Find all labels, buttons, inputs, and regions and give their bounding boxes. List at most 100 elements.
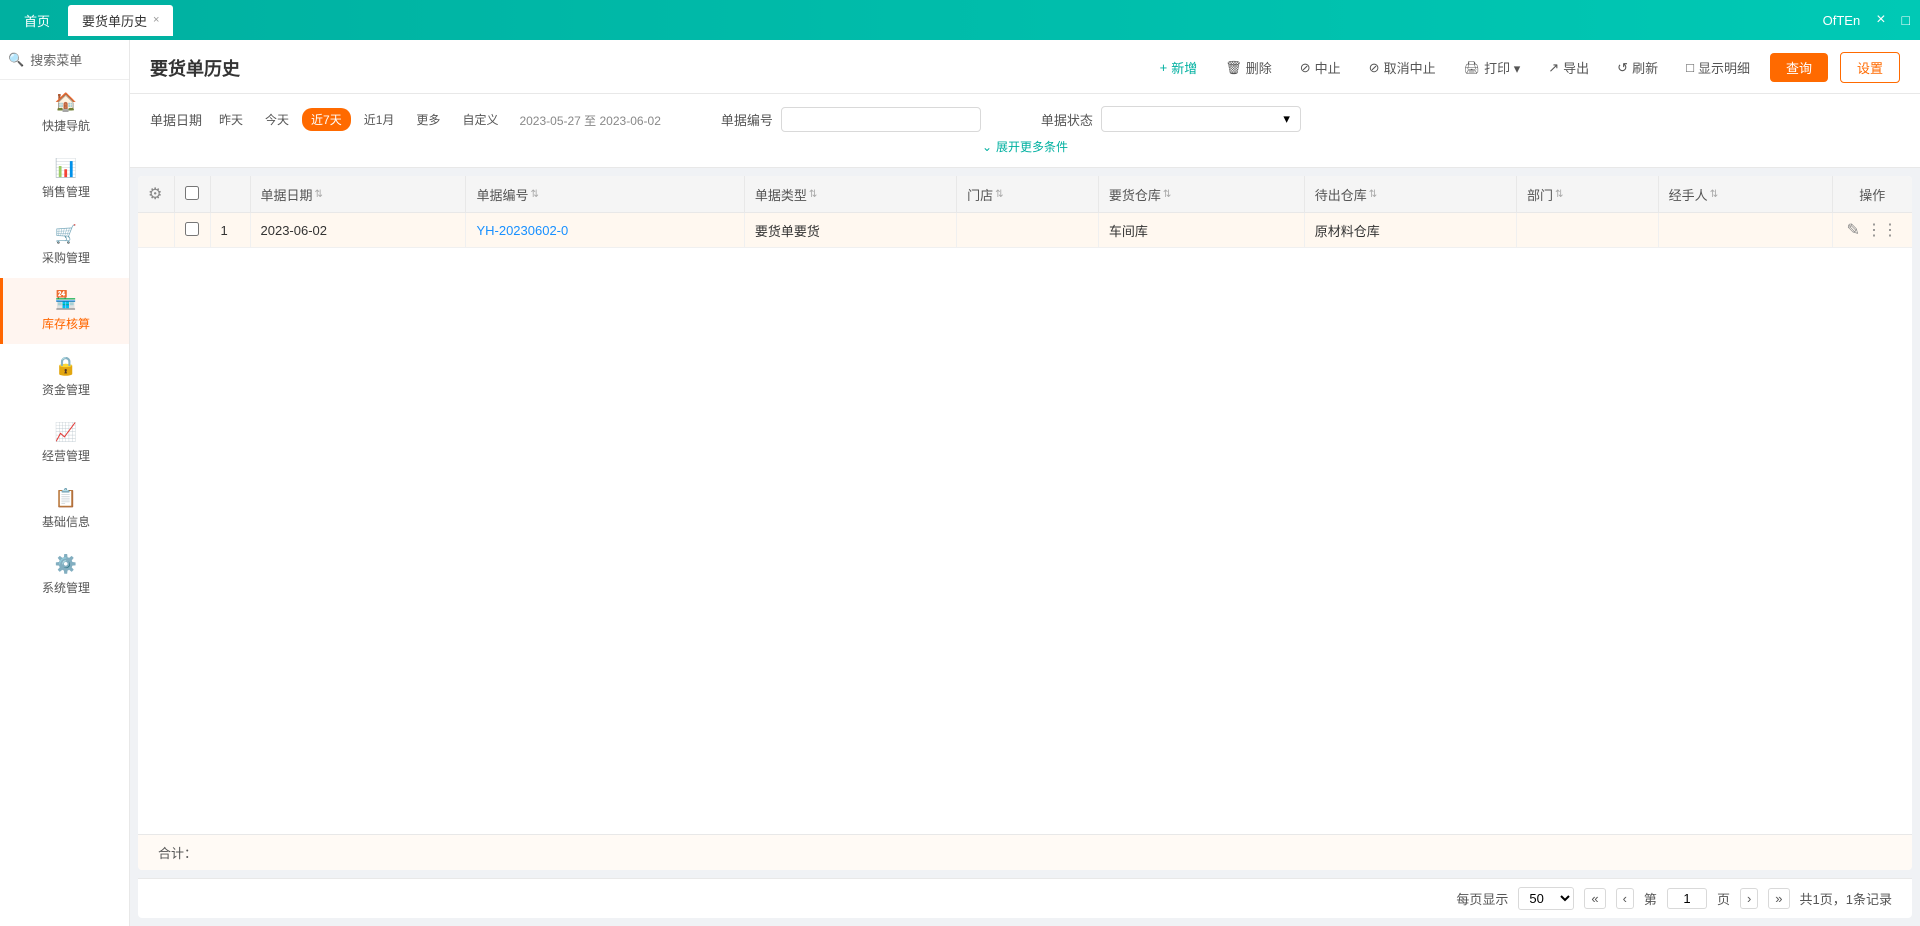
col-date-sort[interactable]: 单据日期 ⇅ <box>261 185 456 204</box>
sidebar-item-finance[interactable]: 🔒 资金管理 <box>0 344 129 410</box>
sort-icon-pendingwh: ⇅ <box>1369 189 1377 200</box>
last-page-btn[interactable]: » <box>1768 888 1789 909</box>
expand-more-btn[interactable]: ⌄ 展开更多条件 <box>150 138 1900 155</box>
date-btn-7days[interactable]: 近7天 <box>302 108 351 131</box>
cell-doctype: 要货单要货 <box>744 213 956 248</box>
tab-home-label: 首页 <box>24 11 50 30</box>
operations-icon: 📈 <box>55 422 77 443</box>
stop-button[interactable]: ⊘ 中止 <box>1292 54 1349 81</box>
date-btn-yesterday[interactable]: 昨天 <box>210 108 252 131</box>
date-range-display: 2023-05-27 至 2023-06-02 <box>519 112 660 129</box>
docno-link[interactable]: YH-20230602-0 <box>476 223 568 238</box>
table-scroll[interactable]: ⚙ 单据日期 ⇅ <box>138 176 1912 834</box>
query-button[interactable]: 查询 <box>1770 53 1828 82</box>
cell-settings <box>138 213 174 248</box>
delete-label: 删除 <box>1246 58 1272 77</box>
page-input[interactable] <box>1667 888 1707 909</box>
new-button[interactable]: + 新增 <box>1152 54 1206 81</box>
sort-icon-dept: ⇅ <box>1555 189 1563 200</box>
more-action-icon[interactable]: ⋮⋮ <box>1866 220 1898 240</box>
page-title: 要货单历史 <box>150 55 240 81</box>
col-store-sort[interactable]: 门店 ⇅ <box>967 185 1088 204</box>
sidebar-item-sales-label: 销售管理 <box>42 183 90 200</box>
row-checkbox[interactable] <box>185 222 199 236</box>
refresh-label: 刷新 <box>1632 58 1658 77</box>
print-icon: 🖨 <box>1464 60 1481 76</box>
sidebar-item-quick-nav[interactable]: 🏠 快捷导航 <box>0 80 129 146</box>
basic-info-icon: 📋 <box>55 488 77 509</box>
export-label: 导出 <box>1563 58 1589 77</box>
date-btn-more[interactable]: 更多 <box>407 108 449 131</box>
col-doctype-header: 单据类型 ⇅ <box>744 176 956 213</box>
col-reqwh-sort[interactable]: 要货仓库 ⇅ <box>1109 185 1294 204</box>
per-page-label: 每页显示 <box>1456 889 1508 908</box>
content-area: 要货单历史 + 新增 🗑 删除 ⊘ 中止 ⊘ 取消中止 <box>130 40 1920 926</box>
docno-input[interactable] <box>781 107 981 132</box>
date-btn-1month[interactable]: 近1月 <box>355 108 404 131</box>
date-buttons: 昨天 今天 近7天 近1月 更多 自定义 <box>210 108 507 131</box>
sidebar-item-inventory[interactable]: 🏪 库存核算 <box>0 278 129 344</box>
sort-icon-reqwh: ⇅ <box>1163 189 1171 200</box>
page-unit: 页 <box>1717 889 1730 908</box>
search-icon: 🔍 <box>8 52 24 68</box>
new-label: 新增 <box>1171 58 1197 77</box>
column-settings-icon[interactable]: ⚙ <box>148 186 162 203</box>
cancel-stop-button[interactable]: ⊘ 取消中止 <box>1361 54 1444 81</box>
date-filter-group: 单据日期 昨天 今天 近7天 近1月 更多 自定义 2023-05-27 至 2… <box>150 108 661 131</box>
tab-home[interactable]: 首页 <box>10 5 64 36</box>
settings-button[interactable]: 设置 <box>1840 52 1900 83</box>
filter-area: 单据日期 昨天 今天 近7天 近1月 更多 自定义 2023-05-27 至 2… <box>130 94 1920 168</box>
window-close-btn[interactable]: × <box>1876 11 1885 29</box>
quick-nav-icon: 🏠 <box>55 92 77 113</box>
new-icon: + <box>1160 60 1168 75</box>
date-btn-custom[interactable]: 自定义 <box>453 108 507 131</box>
col-dept-sort[interactable]: 部门 ⇅ <box>1527 185 1648 204</box>
sidebar-item-inventory-label: 库存核算 <box>42 315 90 332</box>
first-page-btn[interactable]: « <box>1584 888 1605 909</box>
tab-requisition-history[interactable]: 要货单历史 × <box>68 5 173 36</box>
toolbar: + 新增 🗑 删除 ⊘ 中止 ⊘ 取消中止 🖨 打印 ▾ <box>1152 52 1900 83</box>
col-docno-sort[interactable]: 单据编号 ⇅ <box>476 185 733 204</box>
cell-dept <box>1516 213 1658 248</box>
col-settings-header: ⚙ <box>138 176 174 213</box>
sidebar-item-sales[interactable]: 📊 销售管理 <box>0 146 129 212</box>
status-select[interactable]: ▾ <box>1101 106 1301 132</box>
sidebar-item-operations[interactable]: 📈 经营管理 <box>0 410 129 476</box>
expand-more-label: 展开更多条件 <box>996 138 1068 155</box>
print-label: 打印 ▾ <box>1484 58 1520 77</box>
select-all-checkbox[interactable] <box>185 186 199 200</box>
show-detail-button[interactable]: □ 显示明细 <box>1678 54 1758 81</box>
status-select-arrow: ▾ <box>1283 111 1290 127</box>
sidebar-search[interactable]: 🔍 搜索菜单 <box>0 40 129 80</box>
next-page-btn[interactable]: › <box>1740 888 1758 909</box>
export-button[interactable]: ↗ 导出 <box>1540 54 1597 81</box>
refresh-icon: ↺ <box>1617 60 1628 76</box>
sidebar-item-basic-info[interactable]: 📋 基础信息 <box>0 476 129 542</box>
per-page-select[interactable]: 50 100 200 <box>1518 887 1574 910</box>
refresh-button[interactable]: ↺ 刷新 <box>1609 54 1666 81</box>
sidebar: 🔍 搜索菜单 🏠 快捷导航 📊 销售管理 🛒 采购管理 🏪 库存核算 🔒 资金管… <box>0 40 130 926</box>
prev-page-btn[interactable]: ‹ <box>1616 888 1634 909</box>
sidebar-item-purchase[interactable]: 🛒 采购管理 <box>0 212 129 278</box>
col-handler-sort[interactable]: 经手人 ⇅ <box>1669 185 1822 204</box>
table-header: ⚙ 单据日期 ⇅ <box>138 176 1912 213</box>
col-pendingwh-sort[interactable]: 待出仓库 ⇅ <box>1315 185 1506 204</box>
close-tab-icon[interactable]: × <box>153 14 159 26</box>
docno-filter-group: 单据编号 <box>721 107 981 132</box>
window-maximize-btn[interactable]: □ <box>1902 12 1910 28</box>
pagination-bar: 每页显示 50 100 200 « ‹ 第 页 › » 共1页，1条记录 <box>138 878 1912 918</box>
date-btn-today[interactable]: 今天 <box>256 108 298 131</box>
cancel-stop-label: 取消中止 <box>1384 58 1436 77</box>
col-doctype-sort[interactable]: 单据类型 ⇅ <box>755 185 946 204</box>
page-label: 第 <box>1644 889 1657 908</box>
delete-button[interactable]: 🗑 删除 <box>1217 54 1280 81</box>
col-pendingwh-header: 待出仓库 ⇅ <box>1304 176 1516 213</box>
page-header: 要货单历史 + 新增 🗑 删除 ⊘ 中止 ⊘ 取消中止 <box>130 40 1920 94</box>
edit-action-icon[interactable]: ✎ <box>1847 220 1860 240</box>
export-icon: ↗ <box>1548 60 1559 76</box>
sidebar-item-system[interactable]: ⚙️ 系统管理 <box>0 542 129 608</box>
col-seq-header <box>210 176 250 213</box>
sort-icon-date: ⇅ <box>315 189 323 200</box>
sort-icon-handler: ⇅ <box>1710 189 1718 200</box>
print-button[interactable]: 🖨 打印 ▾ <box>1456 54 1529 81</box>
